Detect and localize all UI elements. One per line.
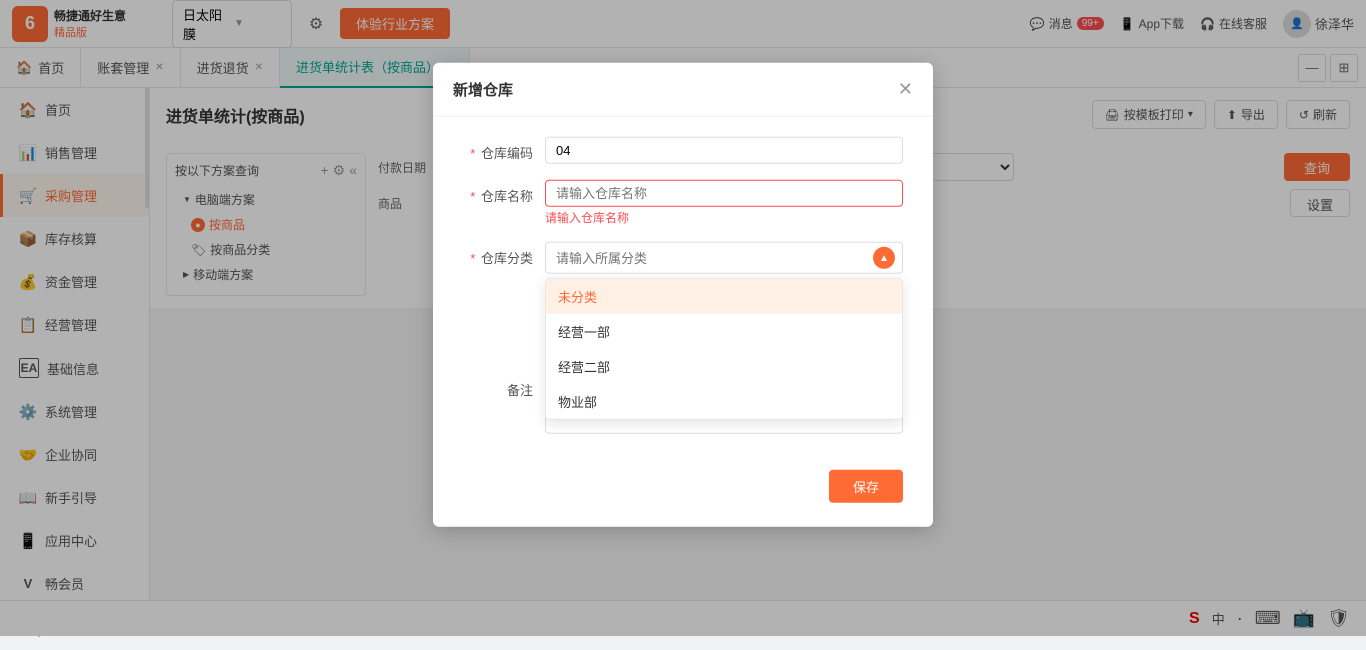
form-row-name: * 仓库名称 请输入仓库名称 bbox=[463, 180, 903, 226]
category-select-wrap: ▲ 未分类 经营一部 经营二部 物业部 bbox=[545, 242, 903, 274]
category-toggle-icon[interactable]: ▲ bbox=[873, 247, 895, 269]
name-input-wrap: 请输入仓库名称 bbox=[545, 180, 903, 226]
code-input-wrap bbox=[545, 137, 903, 164]
category-label-text: 仓库分类 bbox=[481, 251, 533, 266]
modal-close-button[interactable]: ✕ bbox=[898, 79, 913, 100]
name-label: * 仓库名称 bbox=[463, 180, 533, 205]
remark-label: 备注 bbox=[463, 374, 533, 399]
category-label: * 仓库分类 bbox=[463, 242, 533, 267]
dropdown-item-dept1[interactable]: 经营一部 bbox=[546, 314, 902, 349]
name-error-msg: 请输入仓库名称 bbox=[545, 209, 903, 226]
modal-footer: 保存 bbox=[433, 470, 933, 503]
category-required-mark: * bbox=[470, 251, 475, 266]
modal-add-warehouse: 新增仓库 ✕ * 仓库编码 * 仓库名称 请输入仓库名称 bbox=[433, 63, 933, 527]
name-input[interactable] bbox=[545, 180, 903, 207]
dropdown-item-dept2[interactable]: 经营二部 bbox=[546, 349, 902, 384]
modal-body: * 仓库编码 * 仓库名称 请输入仓库名称 * 仓库分类 bbox=[433, 117, 933, 470]
name-label-text: 仓库名称 bbox=[481, 189, 533, 204]
code-input[interactable] bbox=[545, 137, 903, 164]
category-input[interactable] bbox=[545, 242, 903, 274]
required-mark: * bbox=[470, 146, 475, 161]
form-row-code: * 仓库编码 bbox=[463, 137, 903, 164]
modal-title: 新增仓库 bbox=[453, 79, 513, 100]
save-button[interactable]: 保存 bbox=[829, 470, 903, 503]
category-dropdown: 未分类 经营一部 经营二部 物业部 bbox=[545, 278, 903, 420]
dropdown-item-unclassified[interactable]: 未分类 bbox=[546, 279, 902, 314]
name-required-mark: * bbox=[470, 189, 475, 204]
code-label-text: 仓库编码 bbox=[481, 146, 533, 161]
modal-header: 新增仓库 ✕ bbox=[433, 63, 933, 117]
dropdown-item-property[interactable]: 物业部 bbox=[546, 384, 902, 419]
code-label: * 仓库编码 bbox=[463, 137, 533, 162]
form-row-category: * 仓库分类 ▲ 未分类 经营一部 经营二部 物业部 bbox=[463, 242, 903, 274]
